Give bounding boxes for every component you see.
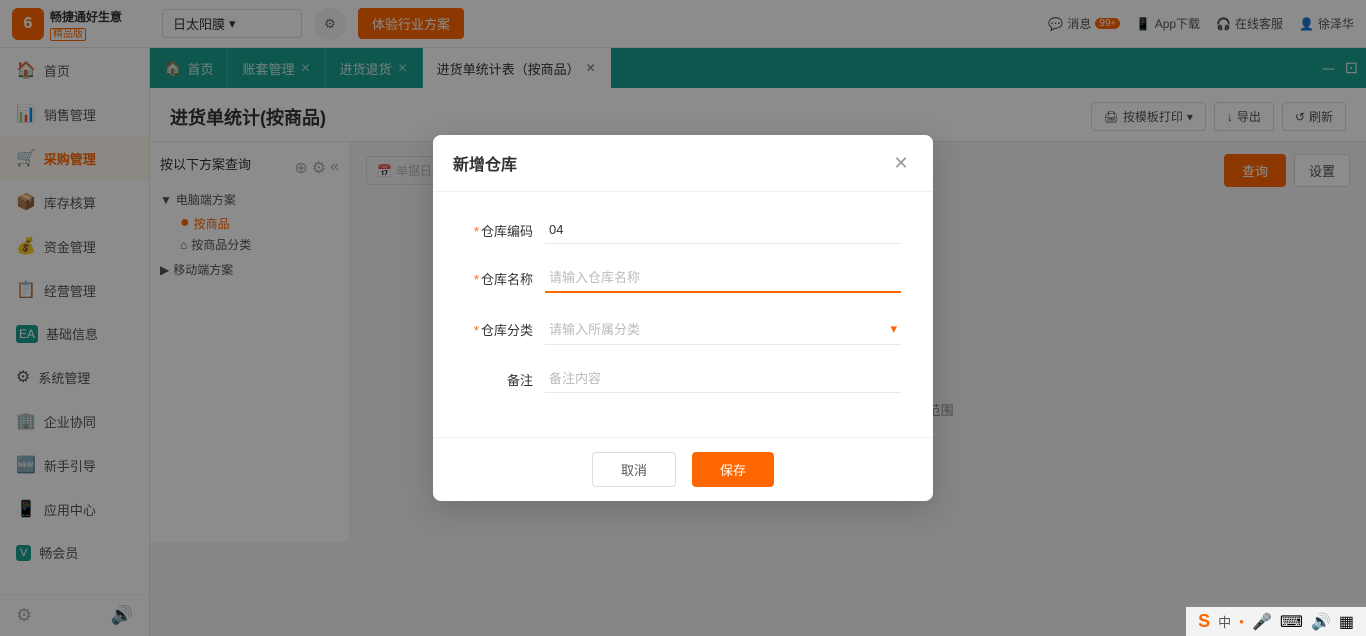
speaker-bottom-icon[interactable]: 🔊 — [1311, 612, 1331, 632]
category-arrow-icon: ▾ — [890, 321, 897, 337]
form-row-category: 仓库分类 请输入所属分类 ▾ — [465, 313, 901, 345]
bottom-logo: S — [1198, 611, 1210, 632]
note-label: 备注 — [465, 370, 545, 389]
dialog-title: 新增仓库 — [453, 151, 517, 175]
code-label: 仓库编码 — [465, 221, 545, 240]
category-placeholder: 请输入所属分类 — [549, 319, 640, 338]
chinese-input-icon[interactable]: 中 — [1218, 612, 1231, 631]
cancel-button[interactable]: 取消 — [592, 452, 676, 487]
dialog-body: 仓库编码 仓库名称 仓库分类 请输入所属分类 ▾ 备注 — [433, 192, 933, 437]
name-input[interactable] — [545, 264, 901, 293]
keyboard-icon[interactable]: ⌨ — [1280, 612, 1303, 632]
dialog-header: 新增仓库 ✕ — [433, 135, 933, 192]
form-row-name: 仓库名称 — [465, 264, 901, 293]
form-row-code: 仓库编码 — [465, 216, 901, 244]
category-select[interactable]: 请输入所属分类 ▾ — [545, 313, 901, 345]
save-button[interactable]: 保存 — [692, 452, 774, 487]
dialog-close-button[interactable]: ✕ — [889, 151, 913, 175]
grid-icon[interactable]: ▦ — [1339, 612, 1354, 632]
note-input[interactable] — [545, 365, 901, 393]
modal-overlay: 新增仓库 ✕ 仓库编码 仓库名称 仓库分类 请输入所属分类 ▾ — [0, 0, 1366, 636]
code-input[interactable] — [545, 216, 901, 244]
bottom-bar: S 中 ● 🎤 ⌨ 🔊 ▦ — [1186, 607, 1366, 636]
dialog-footer: 取消 保存 — [433, 437, 933, 501]
form-row-note: 备注 — [465, 365, 901, 393]
mic-icon[interactable]: 🎤 — [1252, 612, 1272, 632]
category-label: 仓库分类 — [465, 320, 545, 339]
dot-icon: ● — [1239, 617, 1244, 626]
dialog-new-warehouse: 新增仓库 ✕ 仓库编码 仓库名称 仓库分类 请输入所属分类 ▾ — [433, 135, 933, 501]
name-label: 仓库名称 — [465, 269, 545, 288]
